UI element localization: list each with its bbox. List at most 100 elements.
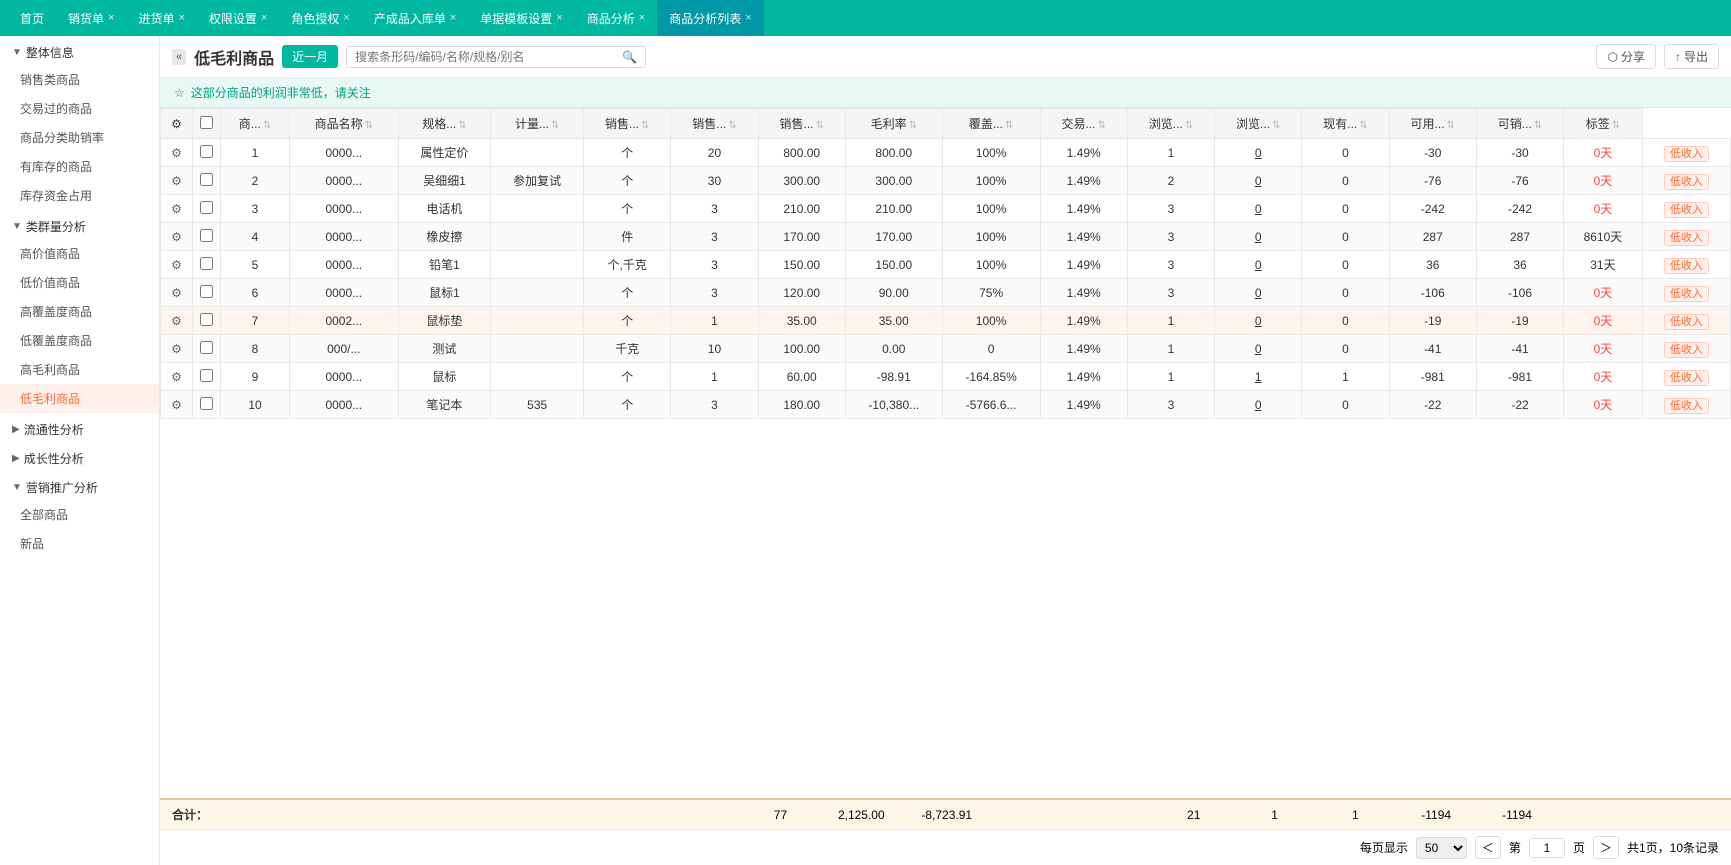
row-checkbox[interactable] bbox=[200, 313, 213, 326]
close-template-icon[interactable]: × bbox=[556, 12, 562, 24]
cell-checkbox[interactable] bbox=[193, 279, 221, 307]
col-sellable-days[interactable]: 可销...⇅ bbox=[1476, 109, 1563, 139]
cell-checkbox[interactable] bbox=[193, 335, 221, 363]
sidebar-item-category-rate[interactable]: 商品分类助销率 bbox=[0, 123, 159, 152]
cell-settings[interactable]: ⚙ bbox=[161, 279, 193, 307]
col-sales-price[interactable]: 销售...⇅ bbox=[671, 109, 758, 139]
filter-month-btn[interactable]: 近一月 bbox=[282, 45, 338, 68]
close-role-icon[interactable]: × bbox=[343, 12, 349, 24]
close-production-icon[interactable]: × bbox=[450, 12, 456, 24]
sidebar-item-all-goods[interactable]: 全部商品 bbox=[0, 500, 159, 529]
cell-settings[interactable]: ⚙ bbox=[161, 363, 193, 391]
row-checkbox[interactable] bbox=[200, 229, 213, 242]
sidebar-item-low-margin[interactable]: 低毛利商品 bbox=[0, 384, 159, 413]
cell-checkbox[interactable] bbox=[193, 139, 221, 167]
nav-item-template[interactable]: 单据模板设置 × bbox=[468, 0, 574, 36]
row-checkbox[interactable] bbox=[200, 173, 213, 186]
collapse-sidebar-btn[interactable]: « bbox=[172, 49, 186, 65]
nav-item-home[interactable]: 首页 bbox=[8, 0, 56, 36]
col-name[interactable]: 商品名称⇅ bbox=[290, 109, 399, 139]
sidebar-item-traded-goods[interactable]: 交易过的商品 bbox=[0, 94, 159, 123]
search-icon[interactable]: 🔍 bbox=[622, 50, 637, 64]
row-checkbox[interactable] bbox=[200, 285, 213, 298]
export-btn[interactable]: ↑ 导出 bbox=[1664, 44, 1719, 69]
cell-settings[interactable]: ⚙ bbox=[161, 167, 193, 195]
col-transaction[interactable]: 交易...⇅ bbox=[1040, 109, 1127, 139]
sidebar-item-sales-goods[interactable]: 销售类商品 bbox=[0, 65, 159, 94]
col-gross-margin[interactable]: 毛利率⇅ bbox=[845, 109, 942, 139]
cell-view1[interactable]: 0 bbox=[1215, 279, 1302, 307]
cell-checkbox[interactable] bbox=[193, 307, 221, 335]
cell-view1[interactable]: 0 bbox=[1215, 139, 1302, 167]
close-purchase-icon[interactable]: × bbox=[178, 12, 184, 24]
nav-item-permission[interactable]: 权限设置 × bbox=[197, 0, 279, 36]
col-settings[interactable]: ⚙ bbox=[161, 109, 193, 139]
cell-settings[interactable]: ⚙ bbox=[161, 251, 193, 279]
cell-settings[interactable]: ⚙ bbox=[161, 307, 193, 335]
row-checkbox[interactable] bbox=[200, 341, 213, 354]
close-goods-analysis-icon[interactable]: × bbox=[639, 12, 645, 24]
nav-item-purchase[interactable]: 进货单 × bbox=[126, 0, 196, 36]
nav-item-goods-analysis-list[interactable]: 商品分析列表 × bbox=[657, 0, 763, 36]
per-page-select[interactable]: 50 100 200 bbox=[1416, 837, 1467, 859]
close-goods-list-icon[interactable]: × bbox=[745, 12, 751, 24]
next-page-btn[interactable]: ＞ bbox=[1593, 836, 1619, 859]
search-input[interactable] bbox=[355, 50, 618, 64]
col-stock-current[interactable]: 现有...⇅ bbox=[1302, 109, 1389, 139]
cell-view1[interactable]: 0 bbox=[1215, 167, 1302, 195]
cell-view1[interactable]: 0 bbox=[1215, 223, 1302, 251]
sidebar-group-overall[interactable]: ▼ 整体信息 bbox=[0, 36, 159, 65]
current-page-input[interactable] bbox=[1529, 838, 1565, 858]
cell-checkbox[interactable] bbox=[193, 363, 221, 391]
nav-item-production[interactable]: 产成品入库单 × bbox=[362, 0, 468, 36]
close-permission-icon[interactable]: × bbox=[261, 12, 267, 24]
sidebar-group-flow[interactable]: ▶ 流通性分析 bbox=[0, 413, 159, 442]
prev-page-btn[interactable]: ＜ bbox=[1475, 836, 1501, 859]
sidebar-group-cluster[interactable]: ▼ 类群量分析 bbox=[0, 210, 159, 239]
col-stock-available[interactable]: 可用...⇅ bbox=[1389, 109, 1476, 139]
sidebar-group-growth[interactable]: ▶ 成长性分析 bbox=[0, 442, 159, 471]
sidebar-item-low-coverage[interactable]: 低覆盖度商品 bbox=[0, 326, 159, 355]
cell-view1[interactable]: 1 bbox=[1215, 363, 1302, 391]
row-checkbox[interactable] bbox=[200, 369, 213, 382]
cell-checkbox[interactable] bbox=[193, 391, 221, 419]
nav-item-role[interactable]: 角色授权 × bbox=[279, 0, 361, 36]
sidebar-group-marketing[interactable]: ▼ 营销推广分析 bbox=[0, 471, 159, 500]
col-unit[interactable]: 计量...⇅ bbox=[491, 109, 584, 139]
row-checkbox[interactable] bbox=[200, 397, 213, 410]
sidebar-item-stocked-goods[interactable]: 有库存的商品 bbox=[0, 152, 159, 181]
cell-settings[interactable]: ⚙ bbox=[161, 223, 193, 251]
cell-settings[interactable]: ⚙ bbox=[161, 335, 193, 363]
sidebar-item-high-value[interactable]: 高价值商品 bbox=[0, 239, 159, 268]
row-checkbox[interactable] bbox=[200, 145, 213, 158]
col-sales-qty[interactable]: 销售...⇅ bbox=[584, 109, 671, 139]
sidebar-item-high-margin[interactable]: 高毛利商品 bbox=[0, 355, 159, 384]
sidebar-item-low-value[interactable]: 低价值商品 bbox=[0, 268, 159, 297]
row-checkbox[interactable] bbox=[200, 201, 213, 214]
cell-view1[interactable]: 0 bbox=[1215, 391, 1302, 419]
close-sales-icon[interactable]: × bbox=[108, 12, 114, 24]
sidebar-item-stock-capital[interactable]: 库存资金占用 bbox=[0, 181, 159, 210]
sidebar-item-high-coverage[interactable]: 高覆盖度商品 bbox=[0, 297, 159, 326]
cell-settings[interactable]: ⚙ bbox=[161, 139, 193, 167]
select-all-checkbox[interactable] bbox=[200, 116, 213, 129]
cell-settings[interactable]: ⚙ bbox=[161, 391, 193, 419]
cell-view1[interactable]: 0 bbox=[1215, 251, 1302, 279]
col-view2[interactable]: 浏览...⇅ bbox=[1215, 109, 1302, 139]
col-spec[interactable]: 规格...⇅ bbox=[398, 109, 491, 139]
col-sales-profit[interactable]: 销售...⇅ bbox=[758, 109, 845, 139]
col-tag[interactable]: 标签⇅ bbox=[1564, 109, 1643, 139]
col-coverage[interactable]: 覆盖...⇅ bbox=[942, 109, 1040, 139]
cell-view1[interactable]: 0 bbox=[1215, 195, 1302, 223]
cell-view1[interactable]: 0 bbox=[1215, 335, 1302, 363]
nav-item-sales[interactable]: 销货单 × bbox=[56, 0, 126, 36]
row-checkbox[interactable] bbox=[200, 257, 213, 270]
cell-checkbox[interactable] bbox=[193, 223, 221, 251]
col-view1[interactable]: 浏览...⇅ bbox=[1127, 109, 1214, 139]
cell-checkbox[interactable] bbox=[193, 167, 221, 195]
cell-view1[interactable]: 0 bbox=[1215, 307, 1302, 335]
cell-checkbox[interactable] bbox=[193, 251, 221, 279]
cell-checkbox[interactable] bbox=[193, 195, 221, 223]
col-checkbox[interactable] bbox=[193, 109, 221, 139]
share-btn[interactable]: ⬡ 分享 bbox=[1596, 44, 1656, 69]
